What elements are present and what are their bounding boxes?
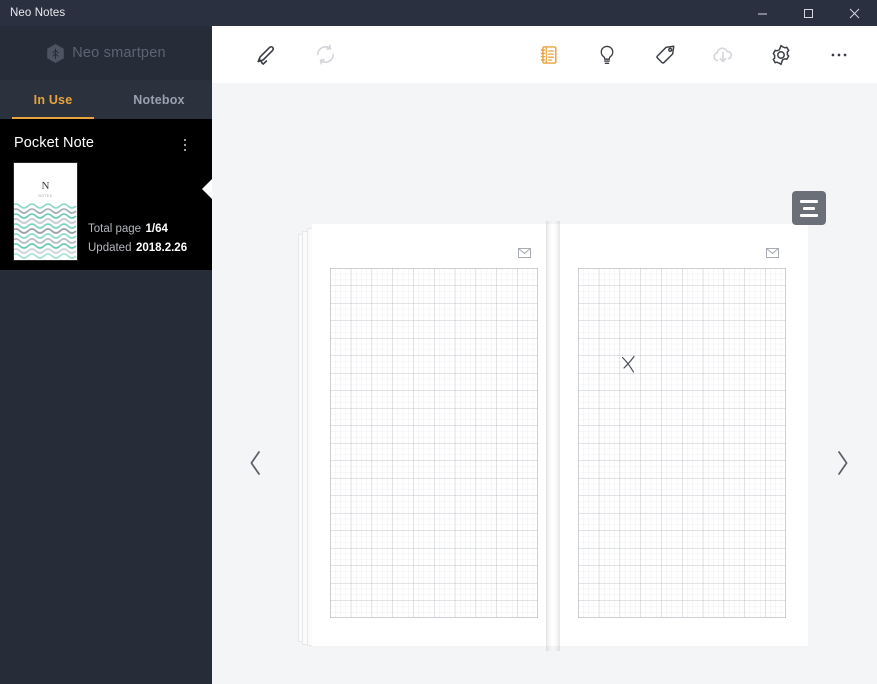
sidebar-tabs: In Use Notebox (0, 80, 212, 119)
close-button[interactable] (831, 0, 877, 26)
notebook-spread (298, 221, 808, 654)
gear-icon[interactable] (761, 35, 801, 75)
neo-hexagon-logo-icon (47, 43, 65, 63)
thumbnail-logo: N NOTES (14, 180, 77, 198)
tag-icon[interactable] (645, 35, 685, 75)
app-window: Neo Notes Neo smartpen In Use Notebox Po… (0, 0, 877, 684)
total-page-value: 1/64 (145, 223, 168, 235)
brand-logo: Neo smartpen (0, 26, 212, 80)
note-card-pocket-note[interactable]: Pocket Note N NOTES Total page 1/64 Upda… (0, 119, 213, 270)
main-area (212, 26, 877, 684)
page-viewer (212, 83, 877, 684)
prev-page-button[interactable] (238, 438, 272, 488)
page-list-toggle-button[interactable] (792, 191, 826, 225)
pen-edit-icon[interactable] (246, 35, 286, 75)
page-right[interactable] (560, 224, 808, 646)
book-spine (546, 221, 560, 651)
chevron-right-icon (837, 451, 847, 475)
kebab-menu-icon[interactable] (176, 136, 194, 154)
tab-notebox-label: Notebox (133, 92, 185, 107)
thumbnail-logo-sublabel: NOTES (38, 194, 53, 198)
maximize-button[interactable] (785, 0, 831, 26)
window-controls (739, 0, 877, 26)
more-ellipsis-icon[interactable] (819, 35, 859, 75)
handwritten-x-mark (621, 355, 635, 373)
updated-value: 2018.2.26 (135, 242, 188, 254)
title-bar: Neo Notes (0, 0, 877, 26)
page-left[interactable] (312, 224, 560, 646)
chevron-left-icon (250, 451, 260, 475)
page-grid-right (578, 268, 786, 618)
page-grid-left (330, 268, 538, 618)
brand-text: Neo smartpen (72, 45, 166, 61)
notebook-icon[interactable] (529, 35, 569, 75)
note-title: Pocket Note (14, 135, 95, 151)
note-card-header: Pocket Note (14, 135, 198, 154)
tab-notebox[interactable]: Notebox (106, 80, 212, 119)
tab-in-use-label: In Use (33, 92, 73, 107)
sync-refresh-icon[interactable] (305, 35, 345, 75)
total-page-row: Total page 1/64 (88, 219, 187, 238)
minimize-button[interactable] (739, 0, 785, 26)
updated-label: Updated (88, 242, 132, 254)
cloud-download-icon[interactable] (703, 35, 743, 75)
sidebar: Neo smartpen In Use Notebox Pocket Note … (0, 26, 213, 684)
updated-row: Updated 2018.2.26 (88, 238, 187, 257)
lightbulb-icon[interactable] (587, 35, 627, 75)
envelope-icon (766, 248, 779, 258)
note-thumbnail[interactable]: N NOTES (14, 163, 77, 260)
thumbnail-logo-letter: N (41, 180, 50, 192)
window-title: Neo Notes (10, 7, 66, 19)
note-card-body: N NOTES Total page 1/64 Updated 2018.2.2… (14, 163, 198, 260)
note-metadata: Total page 1/64 Updated 2018.2.26 (88, 219, 187, 260)
total-page-label: Total page (88, 223, 142, 235)
envelope-icon (518, 248, 531, 258)
tab-in-use[interactable]: In Use (0, 80, 106, 119)
thumbnail-wave-pattern (14, 203, 77, 259)
toolbar (212, 26, 877, 83)
next-page-button[interactable] (825, 438, 859, 488)
